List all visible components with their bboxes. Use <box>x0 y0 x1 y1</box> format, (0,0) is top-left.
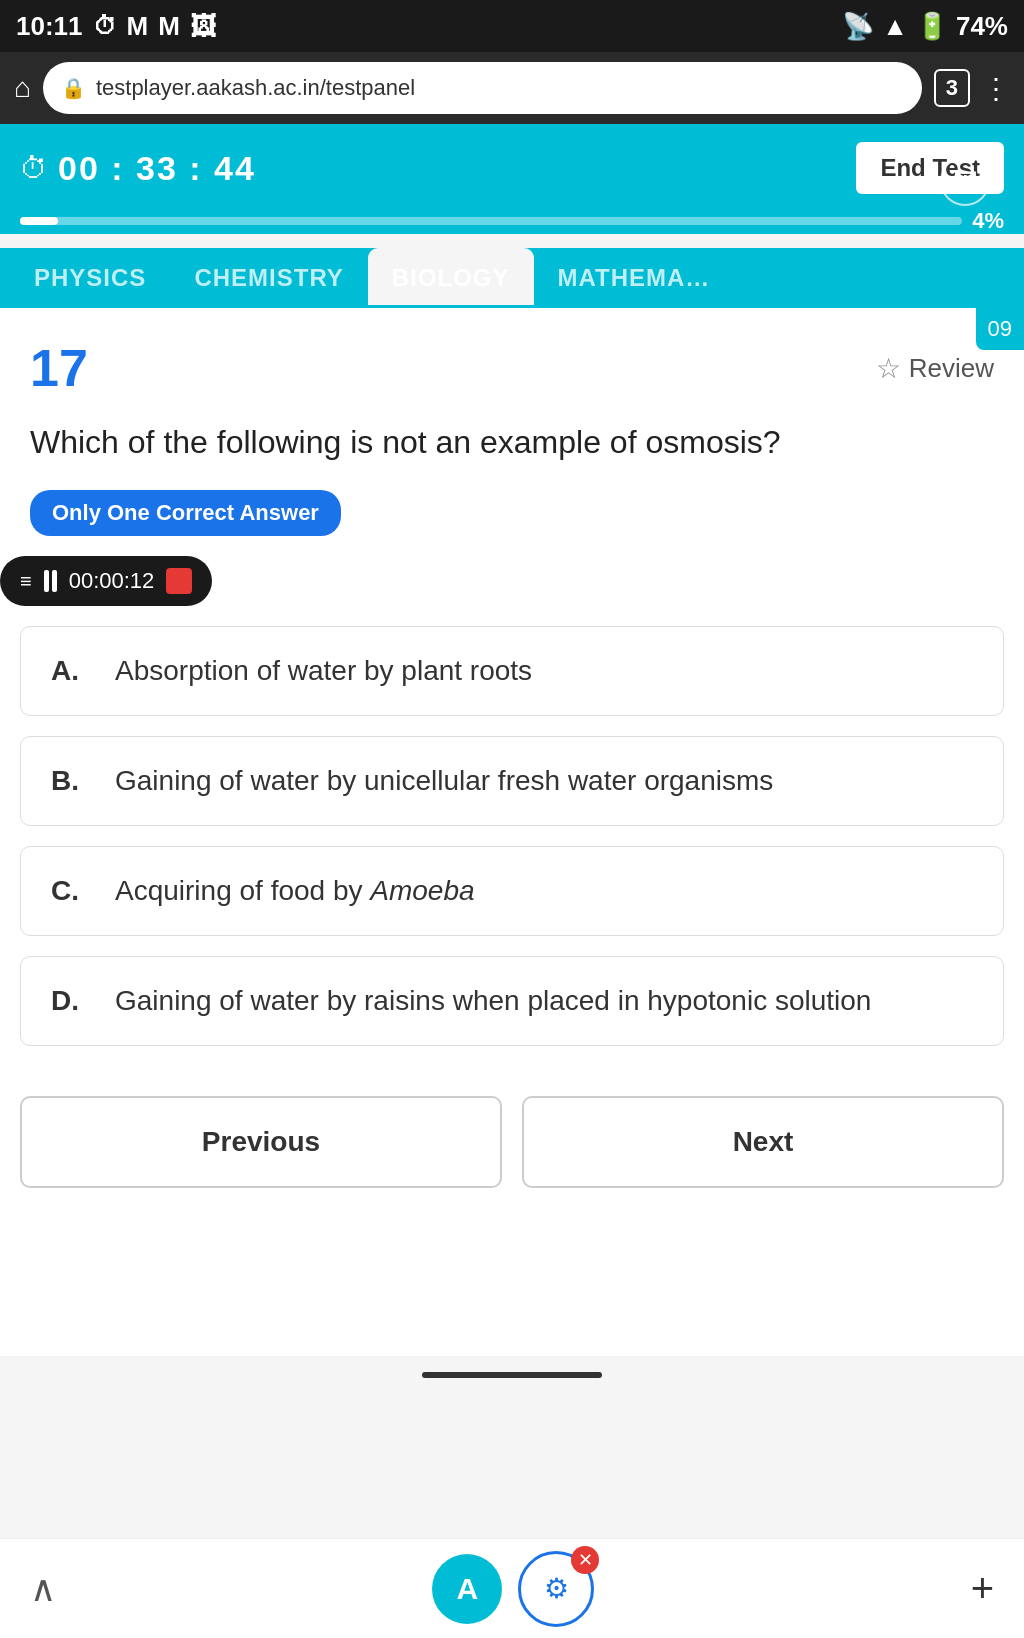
tab-biology[interactable]: BIOLOGY <box>368 248 534 308</box>
browser-bar: ⌂ 🔒 testplayer.aakash.ac.in/testpanel 3 … <box>0 52 1024 124</box>
home-line <box>422 1372 602 1378</box>
tabs-badge[interactable]: 3 <box>934 69 970 107</box>
previous-button[interactable]: Previous <box>20 1096 502 1188</box>
wifi-icon: ▲ <box>882 11 908 42</box>
url-text: testplayer.aakash.ac.in/testpanel <box>96 75 904 101</box>
home-icon[interactable]: ⌂ <box>14 72 31 104</box>
recording-bar: ≡ 00:00:12 <box>0 556 212 606</box>
timer-icon: ⏱ <box>20 152 48 185</box>
pause-button[interactable] <box>44 570 57 592</box>
gear-icon: ⚙ <box>544 1572 569 1605</box>
header-top-row: ⏱ 00 : 33 : 44 End Test <box>20 142 1004 194</box>
battery-percent: 74% <box>956 11 1008 42</box>
bottom-center: A ⚙ ✕ <box>432 1551 594 1627</box>
option-c-text: Acquiring of food by Amoeba <box>115 875 973 907</box>
option-b[interactable]: B. Gaining of water by unicellular fresh… <box>20 736 1004 826</box>
gmail-icon: M <box>127 11 149 42</box>
option-b-text: Gaining of water by unicellular fresh wa… <box>115 765 973 797</box>
option-a-text: Absorption of water by plant roots <box>115 655 973 687</box>
subject-tabs: PHYSICS CHEMISTRY BIOLOGY MATHEMA… <box>0 248 1024 308</box>
recording-icon-button[interactable]: ⚙ ✕ <box>518 1551 594 1627</box>
question-header: 17 ☆ Review <box>0 308 1024 408</box>
stop-button[interactable] <box>166 568 192 594</box>
next-button[interactable]: Next <box>522 1096 1004 1188</box>
review-button[interactable]: ☆ Review <box>876 352 994 385</box>
option-d-label: D. <box>51 985 91 1017</box>
option-d-text: Gaining of water by raisins when placed … <box>115 985 973 1017</box>
gallery-icon: 🖼 <box>190 11 216 42</box>
tab-mathematics[interactable]: MATHEMA… <box>534 248 735 308</box>
option-a[interactable]: A. Absorption of water by plant roots <box>20 626 1004 716</box>
options-container: A. Absorption of water by plant roots B.… <box>0 626 1024 1046</box>
up-arrow-button[interactable]: ∧ <box>30 1568 56 1610</box>
home-indicator <box>0 1356 1024 1394</box>
progress-percent: 4% <box>972 208 1004 234</box>
progress-bar-container <box>20 217 962 225</box>
header-area: ⏱ 00 : 33 : 44 End Test ⊞ 4% <box>0 124 1024 234</box>
url-bar[interactable]: 🔒 testplayer.aakash.ac.in/testpanel <box>43 62 922 114</box>
aakash-icon[interactable]: A <box>432 1554 502 1624</box>
browser-menu-icon[interactable]: ⋮ <box>982 72 1010 105</box>
cast-icon: 📡 <box>842 11 874 42</box>
answer-type-badge: Only One Correct Answer <box>30 490 341 536</box>
lock-icon: 🔒 <box>61 76 86 100</box>
grid-icon-button[interactable]: ⊞ <box>940 156 990 206</box>
tab-chemistry[interactable]: CHEMISTRY <box>170 248 367 308</box>
main-content: 09 17 ☆ Review Which of the following is… <box>0 308 1024 1356</box>
recording-menu-icon[interactable]: ≡ <box>20 570 32 593</box>
status-time: 10:11 <box>16 11 83 42</box>
close-badge[interactable]: ✕ <box>571 1546 599 1574</box>
tab-physics[interactable]: PHYSICS <box>10 248 170 308</box>
option-c[interactable]: C. Acquiring of food by Amoeba <box>20 846 1004 936</box>
status-right: 📡 ▲ 🔋 74% <box>842 11 1008 42</box>
star-icon: ☆ <box>876 352 901 385</box>
tiktok-icon: ⏱ <box>93 12 117 40</box>
option-b-label: B. <box>51 765 91 797</box>
progress-bar-fill <box>20 217 58 225</box>
bottom-bar: ∧ A ⚙ ✕ + <box>0 1538 1024 1638</box>
right-counter: 09 <box>976 308 1024 350</box>
timer-display: 00 : 33 : 44 <box>58 149 256 188</box>
option-a-label: A. <box>51 655 91 687</box>
status-left: 10:11 ⏱ M M 🖼 <box>16 11 216 42</box>
progress-row: 4% <box>20 208 1004 234</box>
question-number: 17 <box>30 338 88 398</box>
recording-time: 00:00:12 <box>69 568 155 594</box>
status-bar: 10:11 ⏱ M M 🖼 📡 ▲ 🔋 74% <box>0 0 1024 52</box>
option-d[interactable]: D. Gaining of water by raisins when plac… <box>20 956 1004 1046</box>
plus-button[interactable]: + <box>971 1566 994 1611</box>
timer-section: ⏱ 00 : 33 : 44 <box>20 149 256 188</box>
subject-tabs-container: PHYSICS CHEMISTRY BIOLOGY MATHEMA… <box>0 248 1024 308</box>
battery-icon: 🔋 <box>916 11 948 42</box>
mail-icon: M <box>158 11 180 42</box>
bottom-spacer <box>0 1218 1024 1356</box>
option-c-label: C. <box>51 875 91 907</box>
navigation-buttons: Previous Next <box>0 1066 1024 1218</box>
question-text: Which of the following is not an example… <box>0 408 1024 490</box>
